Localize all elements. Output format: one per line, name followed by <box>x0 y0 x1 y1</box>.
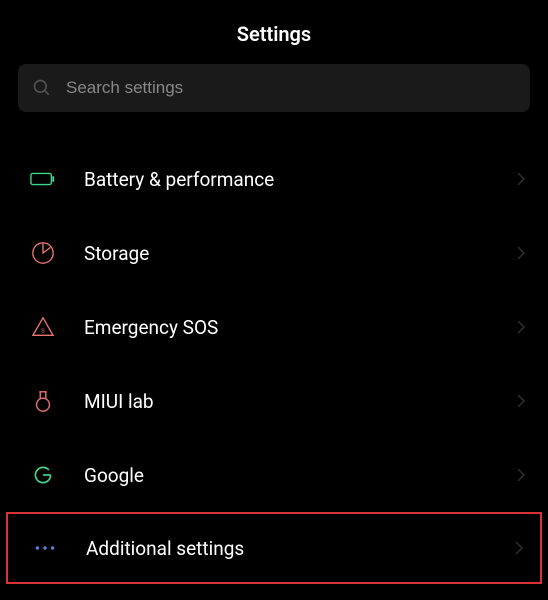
header: Settings <box>0 0 548 64</box>
settings-item-google[interactable]: Google <box>0 438 548 512</box>
chevron-right-icon <box>516 393 526 409</box>
chevron-right-icon <box>516 467 526 483</box>
settings-list: Battery & performance Storage s Emergenc… <box>0 142 548 584</box>
page-title: Settings <box>0 22 548 46</box>
item-label: Additional settings <box>86 537 514 560</box>
item-label: MIUI lab <box>84 390 516 413</box>
lab-icon <box>30 388 56 414</box>
settings-item-lab[interactable]: MIUI lab <box>0 364 548 438</box>
storage-icon <box>30 240 56 266</box>
dots-icon <box>32 535 58 561</box>
emergency-icon: s <box>30 314 56 340</box>
battery-icon <box>30 166 56 192</box>
item-label: Google <box>84 464 516 487</box>
search-input[interactable] <box>66 78 516 98</box>
item-label: Storage <box>84 242 516 265</box>
item-label: Battery & performance <box>84 168 516 191</box>
google-icon <box>30 462 56 488</box>
settings-item-emergency[interactable]: s Emergency SOS <box>0 290 548 364</box>
item-label: Emergency SOS <box>84 316 516 339</box>
chevron-right-icon <box>516 245 526 261</box>
svg-text:s: s <box>41 326 45 335</box>
chevron-right-icon <box>514 540 524 556</box>
settings-item-battery[interactable]: Battery & performance <box>0 142 548 216</box>
search-bar[interactable] <box>18 64 530 112</box>
chevron-right-icon <box>516 171 526 187</box>
search-icon <box>32 78 52 98</box>
settings-item-additional[interactable]: Additional settings <box>6 512 542 584</box>
settings-item-storage[interactable]: Storage <box>0 216 548 290</box>
chevron-right-icon <box>516 319 526 335</box>
